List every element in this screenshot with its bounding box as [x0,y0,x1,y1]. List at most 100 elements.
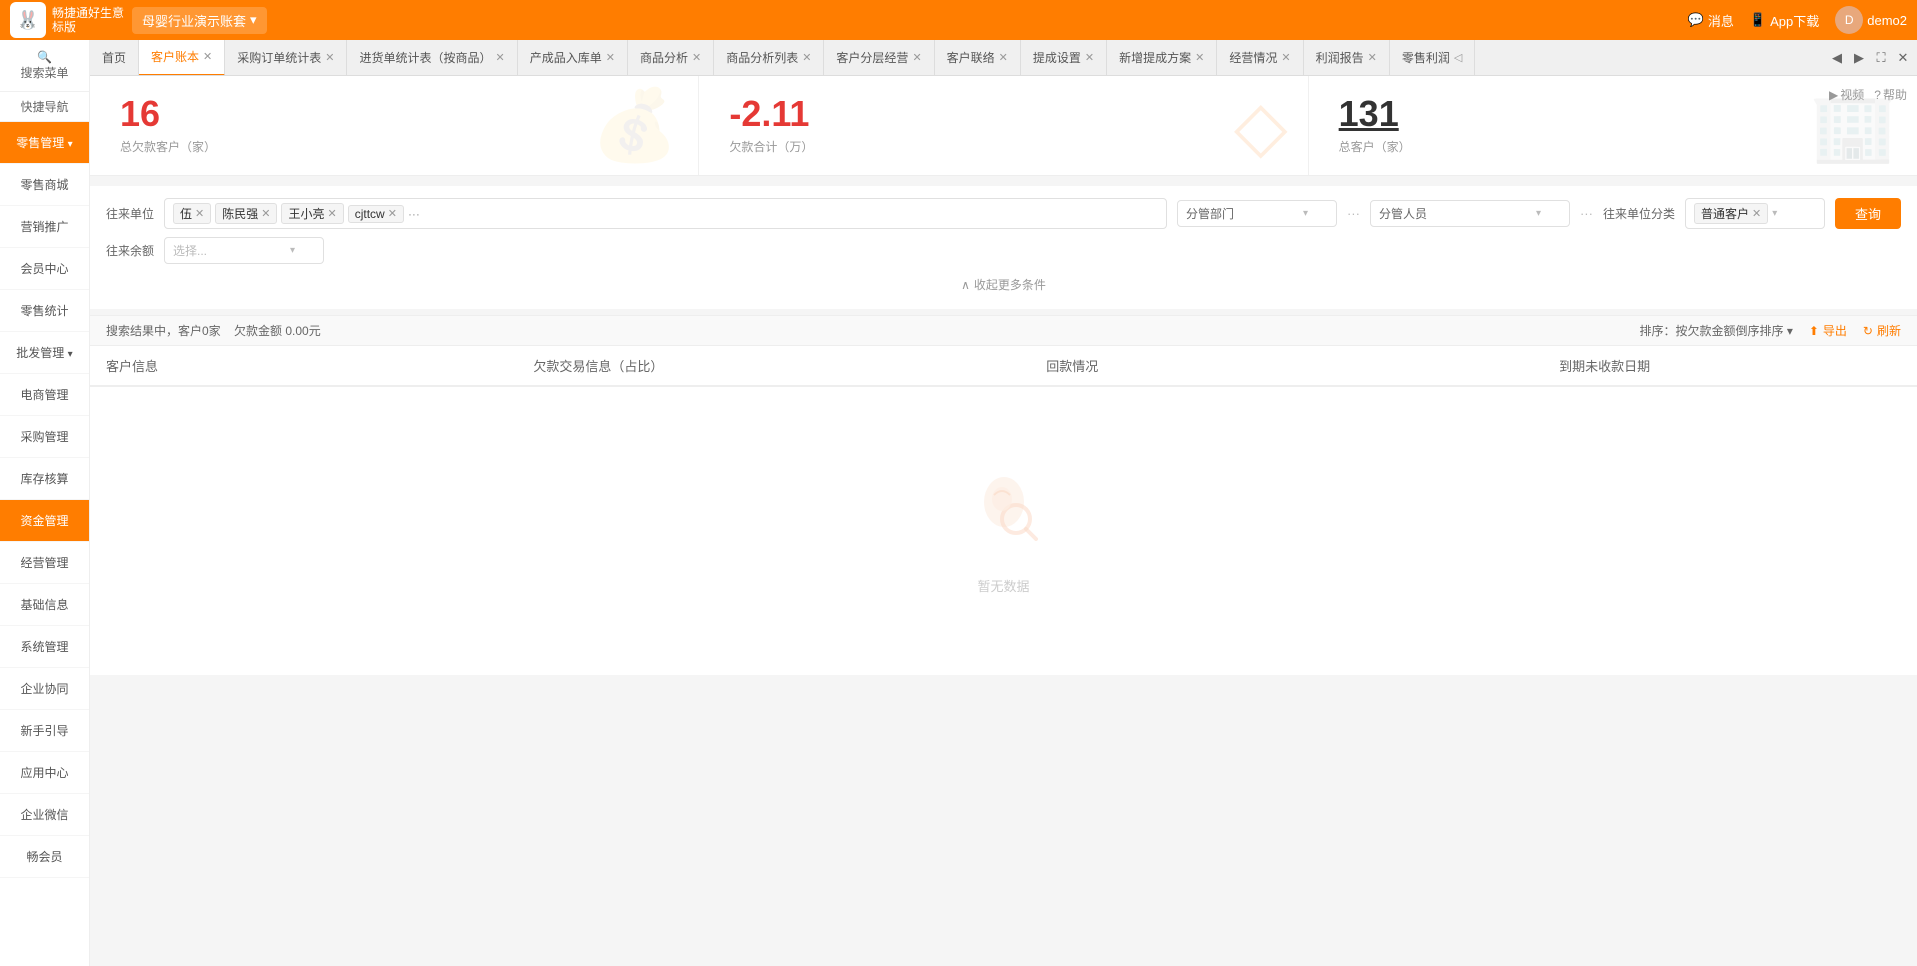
filter-manager-select[interactable]: 分管人员 ▾ [1370,200,1570,227]
tab-new-promotion[interactable]: 新增提成方案 ✕ [1107,40,1217,76]
collapse-button[interactable]: ∧ 收起更多条件 [106,272,1901,297]
logo-text: 畅捷通好生意 标版 [52,6,124,35]
sidebar-item-label: 零售商城 [20,178,68,192]
user-menu[interactable]: D demo2 [1835,6,1907,34]
tab-close-icon[interactable]: ✕ [802,51,811,64]
tab-goods-stat[interactable]: 进货单统计表（按商品） ✕ [347,40,517,76]
message-action[interactable]: 💬 消息 [1688,11,1734,30]
refresh-icon: ↻ [1863,324,1873,338]
filter-unit-type-tags[interactable]: 普通客户 ✕ ▾ [1685,198,1825,229]
tab-goods-analysis-list[interactable]: 商品分析列表 ✕ [714,40,824,76]
tab-close-icon[interactable]: ✕ [1281,51,1290,64]
sidebar-item-retail[interactable]: 零售管理 ▾ [0,122,89,164]
sidebar-item-inventory[interactable]: 库存核算 [0,458,89,500]
workspace-selector[interactable]: 母婴行业演示账套 ▾ [132,7,267,34]
filter-tag-close-4[interactable]: ✕ [388,207,397,220]
tab-close-icon[interactable]: ✕ [325,51,334,64]
video-action[interactable]: ▶ 视频 [1829,86,1864,103]
tab-close-icon[interactable]: ✕ [692,51,701,64]
sidebar-item-operation[interactable]: 经营管理 [0,542,89,584]
tab-arrow-right[interactable]: ▶ [1849,48,1869,68]
sidebar-search[interactable]: 🔍 搜索菜单 [0,40,89,92]
sidebar-item-app-center[interactable]: 应用中心 [0,752,89,794]
filter-tag-4: cjttcw ✕ [348,205,404,223]
sidebar-item-label: 营销推广 [20,220,68,234]
sort-label[interactable]: 排序：按欠款金额倒序排序 ▾ [1639,322,1792,339]
tab-close-icon[interactable]: ✕ [1085,51,1094,64]
tab-purchase-order-stat[interactable]: 采购订单统计表 ✕ [225,40,347,76]
tab-close-icon[interactable]: ◁ [1454,51,1462,64]
tab-promotion-setting[interactable]: 提成设置 ✕ [1021,40,1107,76]
export-action[interactable]: ⬆ 导出 [1809,322,1847,339]
tab-operation-status[interactable]: 经营情况 ✕ [1217,40,1303,76]
filter-dots-mgr[interactable]: ··· [1580,206,1593,221]
refresh-action[interactable]: ↻ 刷新 [1863,322,1901,339]
stat-card-credit-customers: 16 总欠款客户（家） 💰 [90,76,699,175]
sidebar-item-label: 零售管理 [16,136,64,150]
result-bar: 搜索结果中，客户0家 欠款金额 0.00元 排序：按欠款金额倒序排序 ▾ ⬆ 导… [90,315,1917,346]
logo-icon: 🐰 [10,2,46,38]
expand-icon: ▾ [68,139,73,150]
tab-product-stock[interactable]: 产成品入库单 ✕ [518,40,628,76]
tab-close-icon[interactable]: ✕ [606,51,615,64]
stat-value-customers: 131 [1339,96,1887,132]
tab-customer-segment[interactable]: 客户分层经营 ✕ [824,40,934,76]
tab-close-icon[interactable]: ✕ [203,50,212,63]
sidebar-item-label: 零售统计 [20,304,68,318]
query-button[interactable]: 查询 [1835,198,1901,229]
content-area: 首页 客户账本 ✕ 采购订单统计表 ✕ 进货单统计表（按商品） ✕ 产成品入库单… [90,40,1917,966]
tab-goods-analysis[interactable]: 商品分析 ✕ [628,40,714,76]
filter-more-tags[interactable]: ··· [408,207,420,221]
filter-dots-dept[interactable]: ··· [1347,206,1360,221]
tab-close-icon[interactable]: ✕ [1368,51,1377,64]
sidebar-item-batch[interactable]: 批发管理 ▾ [0,332,89,374]
tab-maximize[interactable]: ⛶ [1871,48,1891,68]
help-action[interactable]: ? 帮助 [1874,86,1907,103]
filter-department-select[interactable]: 分管部门 ▾ [1177,200,1337,227]
sidebar-item-enterprise[interactable]: 企业协同 [0,668,89,710]
app-root: 🐰 畅捷通好生意 标版 母婴行业演示账套 ▾ 💬 消息 📱 App下载 D de… [0,0,1917,966]
sidebar-item-basic[interactable]: 基础信息 [0,584,89,626]
sidebar-item-newbie[interactable]: 新手引导 [0,710,89,752]
tab-arrow-left[interactable]: ◀ [1827,48,1847,68]
filter-tag-close-3[interactable]: ✕ [328,207,337,220]
sidebar-item-purchase[interactable]: 采购管理 [0,416,89,458]
sidebar-item-system[interactable]: 系统管理 [0,626,89,668]
stats-row: 16 总欠款客户（家） 💰 -2.11 欠款合计（万） ◇ 131 总客户（家）… [90,76,1917,176]
sidebar-item-member[interactable]: 会员中心 [0,248,89,290]
export-icon: ⬆ [1809,324,1819,338]
stat-card-customers: 131 总客户（家） 🏢 ▶ 视频 ? 帮助 [1309,76,1917,175]
filter-tag-close-1[interactable]: ✕ [195,207,204,220]
sidebar-item-marketing[interactable]: 营销推广 [0,206,89,248]
sidebar-item-label: 畅会员 [26,850,62,864]
tab-close-icon[interactable]: ✕ [912,51,921,64]
sidebar-item-label: 应用中心 [20,766,68,780]
filter-balance-select[interactable]: 选择... ▾ [164,237,324,264]
tab-close-icon[interactable]: ✕ [999,51,1008,64]
filter-tag-close-type-1[interactable]: ✕ [1752,207,1761,220]
sidebar-item-retail-mall[interactable]: 零售商城 [0,164,89,206]
help-icon: ? [1874,88,1881,102]
filter-unit-tags[interactable]: 伍 ✕ 陈民强 ✕ 王小亮 ✕ [164,198,1167,229]
stat-card-debt: -2.11 欠款合计（万） ◇ [699,76,1308,175]
dropdown-arrow-type: ▾ [1772,208,1777,219]
tab-retail-profit[interactable]: 零售利润 ◁ [1390,40,1475,76]
tab-close-icon[interactable]: ✕ [496,51,505,64]
sidebar-item-member2[interactable]: 畅会员 [0,836,89,878]
app-download-action[interactable]: 📱 App下载 [1750,11,1819,30]
tab-customer-debt[interactable]: 客户账本 ✕ [139,40,225,76]
sidebar-item-wechat[interactable]: 企业微信 [0,794,89,836]
sidebar-item-retail-stat[interactable]: 零售统计 [0,290,89,332]
sidebar-item-label: 企业微信 [20,808,68,822]
tab-close-all[interactable]: ✕ [1893,48,1913,68]
filter-tag-close-2[interactable]: ✕ [261,207,270,220]
tab-close-icon[interactable]: ✕ [1195,51,1204,64]
tab-customer-contact[interactable]: 客户联络 ✕ [935,40,1021,76]
tab-home[interactable]: 首页 [90,40,139,76]
tab-profit-report[interactable]: 利润报告 ✕ [1304,40,1390,76]
empty-illustration [964,467,1044,547]
sidebar-quick-nav[interactable]: 快捷导航 [0,92,89,122]
sidebar-item-finance[interactable]: 资金管理 [0,500,89,542]
sidebar-item-ecommerce[interactable]: 电商管理 [0,374,89,416]
tab-label: 客户联络 [947,49,995,66]
